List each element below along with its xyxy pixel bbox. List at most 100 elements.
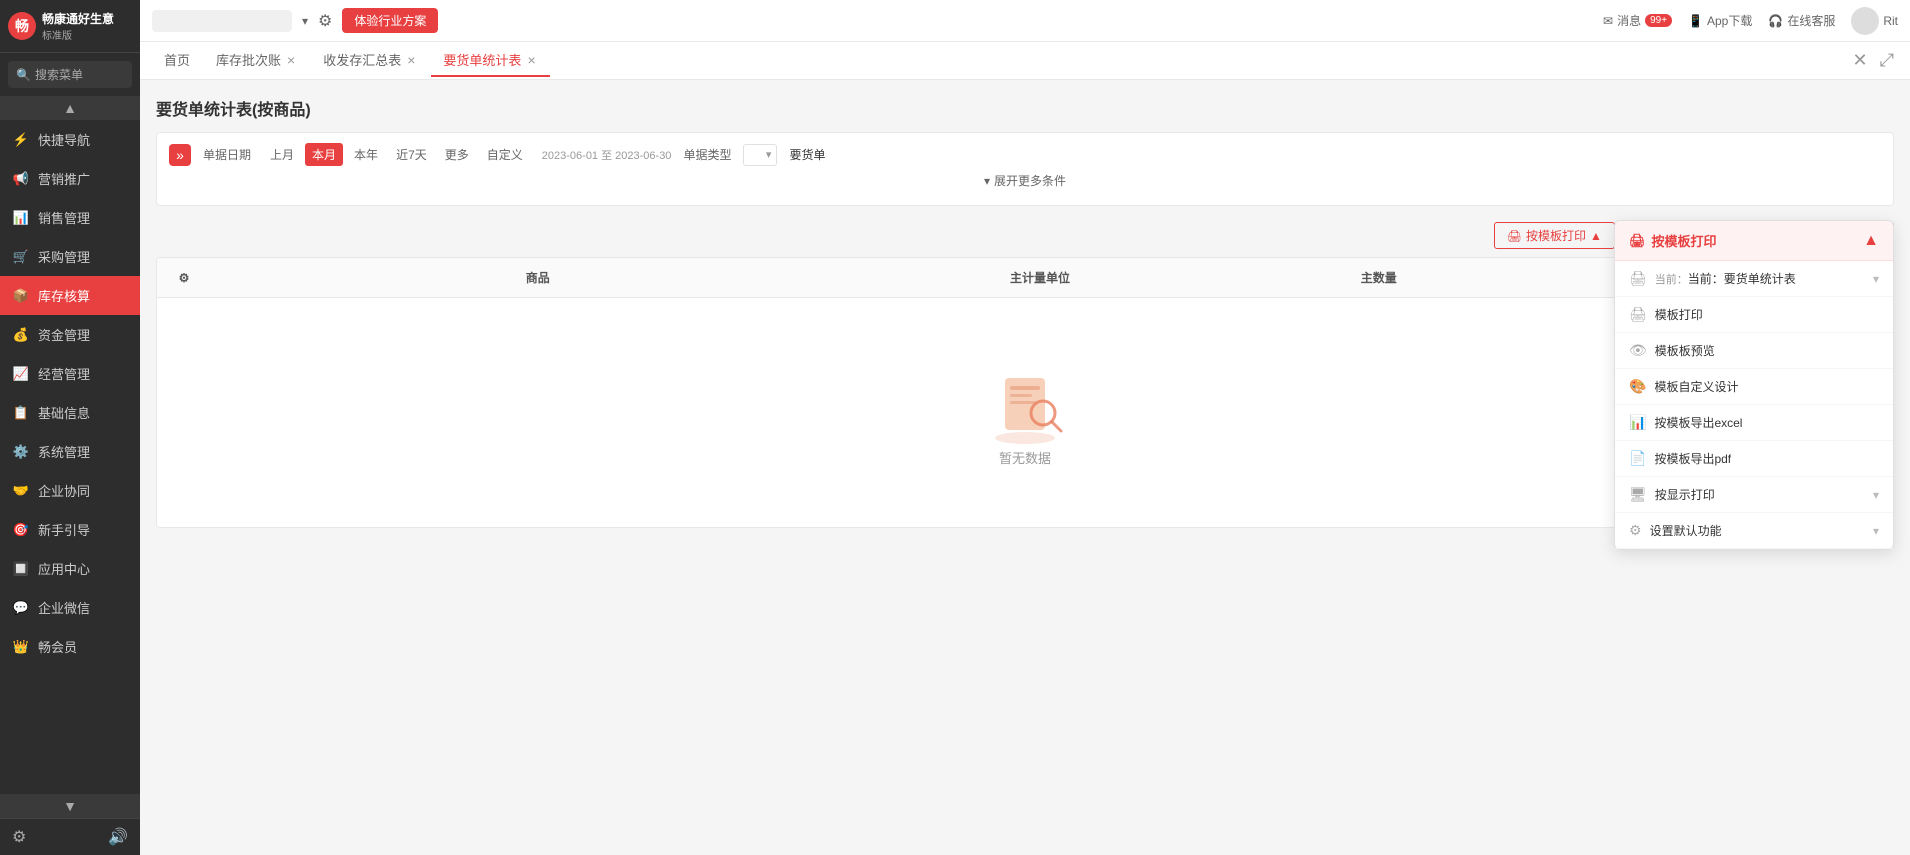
sidebar-item-quick-nav[interactable]: ⚡ 快捷导航 — [0, 120, 140, 159]
tab-inventory-batch-close[interactable]: × — [285, 52, 297, 68]
template-preview-icon: 👁 — [1629, 342, 1647, 359]
topbar: ▾ ⚙ 体验行业方案 ✉ 消息 99+ 📱 App下载 🎧 在线客服 Rit — [140, 0, 1910, 42]
sidebar: 畅 畅康通好生意 标准版 🔍 搜索菜单 ▲ ⚡ 快捷导航 📢 营销推广 📊 销售… — [0, 0, 140, 855]
settings-footer-icon[interactable]: ⚙ — [12, 827, 26, 847]
quick-nav-icon: ⚡ — [12, 131, 30, 149]
main-content: ▾ ⚙ 体验行业方案 ✉ 消息 99+ 📱 App下载 🎧 在线客服 Rit — [140, 0, 1910, 855]
user-avatar-area[interactable]: Rit — [1851, 7, 1898, 35]
purchase-icon: 🛒 — [12, 248, 30, 266]
print-current-template[interactable]: 🖨 当前：当前：要货单统计表 ▾ — [1615, 261, 1893, 297]
scroll-down-button[interactable]: ▼ — [0, 794, 140, 818]
print-export-excel-item[interactable]: 📊 按模板导出excel — [1615, 405, 1893, 441]
service-icon: 🎧 — [1768, 14, 1783, 28]
app-logo: 畅 畅康通好生意 标准版 — [0, 0, 140, 53]
filter-expand-button[interactable]: » — [169, 144, 191, 166]
finance-icon: 💰 — [12, 326, 30, 344]
tab-receivables[interactable]: 收发存汇总表 × — [311, 44, 429, 77]
page-content: 要货单统计表(按商品) » 单据日期 上月 本月 本年 近7天 更多 自定义 2… — [140, 80, 1910, 855]
audio-footer-icon[interactable]: 🔊 — [108, 827, 128, 847]
tab-inventory-batch[interactable]: 库存批次账 × — [204, 44, 309, 77]
app-download-button[interactable]: 📱 App下载 — [1688, 12, 1752, 29]
avatar — [1851, 7, 1879, 35]
topbar-settings-button[interactable]: ⚙ — [318, 11, 332, 31]
sidebar-item-guide[interactable]: 🎯 新手引导 — [0, 510, 140, 549]
print-chevron-icon: ▲ — [1590, 229, 1602, 243]
date-custom[interactable]: 自定义 — [480, 143, 530, 166]
tabs-close-button[interactable]: ✕ — [1849, 48, 1872, 73]
wechat-icon: 💬 — [12, 599, 30, 617]
search-icon: 🔍 — [16, 68, 31, 82]
printer-icon: 🖨 — [1507, 229, 1522, 243]
export-pdf-icon: 📄 — [1629, 450, 1646, 467]
inventory-icon: 📦 — [12, 287, 30, 305]
print-dropdown-close-button[interactable]: ▲ — [1863, 232, 1879, 250]
print-dropdown: 🖨 按模板打印 ▲ 🖨 当前：当前：要货单统计表 ▾ 🖨 模板打印 👁 模板板预… — [1614, 220, 1894, 550]
date-prev-month[interactable]: 上月 — [263, 143, 301, 166]
doc-type-select[interactable] — [743, 144, 777, 166]
operations-icon: 📈 — [12, 365, 30, 383]
sidebar-item-purchase[interactable]: 🛒 采购管理 — [0, 237, 140, 276]
date-this-year[interactable]: 本年 — [347, 143, 385, 166]
filter-row: » 单据日期 上月 本月 本年 近7天 更多 自定义 2023-06-01 至 … — [169, 143, 1881, 166]
sidebar-item-operations[interactable]: 📈 经营管理 — [0, 354, 140, 393]
sidebar-item-inventory[interactable]: 📦 库存核算 — [0, 276, 140, 315]
template-print-icon: 🖨 — [1629, 306, 1647, 323]
print-display-print-item[interactable]: 🖥 按显示打印 ▾ — [1615, 477, 1893, 513]
tabs-right-controls: ✕ ⤢ — [1849, 48, 1899, 73]
tabs-maximize-button[interactable]: ⤢ — [1876, 48, 1898, 73]
sidebar-item-basic[interactable]: 📋 基础信息 — [0, 393, 140, 432]
sidebar-item-sales[interactable]: 📊 销售管理 — [0, 198, 140, 237]
tab-home[interactable]: 首页 — [152, 44, 202, 77]
tab-order-stats-close[interactable]: × — [525, 52, 537, 68]
display-print-arrow: ▾ — [1873, 488, 1879, 502]
print-template-design-item[interactable]: 🎨 模板自定义设计 — [1615, 369, 1893, 405]
basic-icon: 📋 — [12, 404, 30, 422]
print-dropdown-header: 🖨 按模板打印 ▲ — [1615, 221, 1893, 261]
system-icon: ⚙️ — [12, 443, 30, 461]
date-filter-label: 单据日期 — [203, 146, 251, 163]
sidebar-item-enterprise[interactable]: 🤝 企业协同 — [0, 471, 140, 510]
expand-more-button[interactable]: ▾ 展开更多条件 — [984, 172, 1066, 189]
date-more[interactable]: 更多 — [438, 143, 476, 166]
online-service-button[interactable]: 🎧 在线客服 — [1768, 12, 1835, 29]
date-this-month[interactable]: 本月 — [305, 143, 343, 166]
sidebar-item-member[interactable]: 👑 畅会员 — [0, 627, 140, 666]
date-recent7[interactable]: 近7天 — [389, 143, 434, 166]
col-settings[interactable]: ⚙ — [169, 271, 199, 285]
topbar-dropdown-button[interactable]: ▾ — [302, 14, 308, 28]
marketing-icon: 📢 — [12, 170, 30, 188]
col-goods: 商品 — [211, 269, 865, 286]
default-function-icon: ⚙ — [1629, 522, 1642, 539]
sidebar-item-finance[interactable]: 💰 资金管理 — [0, 315, 140, 354]
scroll-up-button[interactable]: ▲ — [0, 96, 140, 120]
print-default-function-item[interactable]: ⚙ 设置默认功能 ▾ — [1615, 513, 1893, 549]
logo-icon: 畅 — [8, 12, 36, 40]
sidebar-item-marketing[interactable]: 📢 营销推广 — [0, 159, 140, 198]
topbar-search-input[interactable] — [152, 10, 292, 32]
message-icon: ✉ — [1603, 14, 1613, 28]
sidebar-search-area[interactable]: 🔍 搜索菜单 — [0, 53, 140, 96]
date-buttons: 上月 本月 本年 近7天 更多 自定义 — [263, 143, 530, 166]
expand-more-row: ▾ 展开更多条件 — [169, 166, 1881, 195]
search-menu-button[interactable]: 🔍 搜索菜单 — [8, 61, 132, 88]
print-dropdown-title: 🖨 按模板打印 — [1629, 231, 1717, 250]
print-template-print-item[interactable]: 🖨 模板打印 — [1615, 297, 1893, 333]
sidebar-item-system[interactable]: ⚙️ 系统管理 — [0, 432, 140, 471]
current-template-arrow: ▾ — [1873, 272, 1879, 286]
current-template-icon: 🖨 — [1629, 270, 1647, 287]
tab-order-stats[interactable]: 要货单统计表 × — [431, 44, 549, 77]
current-template-label: 当前：当前：要货单统计表 — [1655, 270, 1865, 287]
print-header-icon: 🖨 — [1629, 233, 1646, 249]
trial-btn[interactable]: 体验行业方案 — [342, 8, 438, 33]
messages-button[interactable]: ✉ 消息 99+ — [1603, 12, 1672, 29]
sidebar-item-apps[interactable]: 🔲 应用中心 — [0, 549, 140, 588]
print-template-button[interactable]: 🖨 按模板打印 ▲ — [1494, 222, 1615, 249]
tab-receivables-close[interactable]: × — [405, 52, 417, 68]
sales-icon: 📊 — [12, 209, 30, 227]
sidebar-item-wechat[interactable]: 💬 企业微信 — [0, 588, 140, 627]
filter-bar: » 单据日期 上月 本月 本年 近7天 更多 自定义 2023-06-01 至 … — [156, 132, 1894, 206]
print-export-pdf-item[interactable]: 📄 按模板导出pdf — [1615, 441, 1893, 477]
print-template-preview-item[interactable]: 👁 模板板预览 — [1615, 333, 1893, 369]
doc-type-label: 单据类型 — [683, 146, 731, 163]
doc-type-select-wrap[interactable] — [743, 144, 777, 166]
